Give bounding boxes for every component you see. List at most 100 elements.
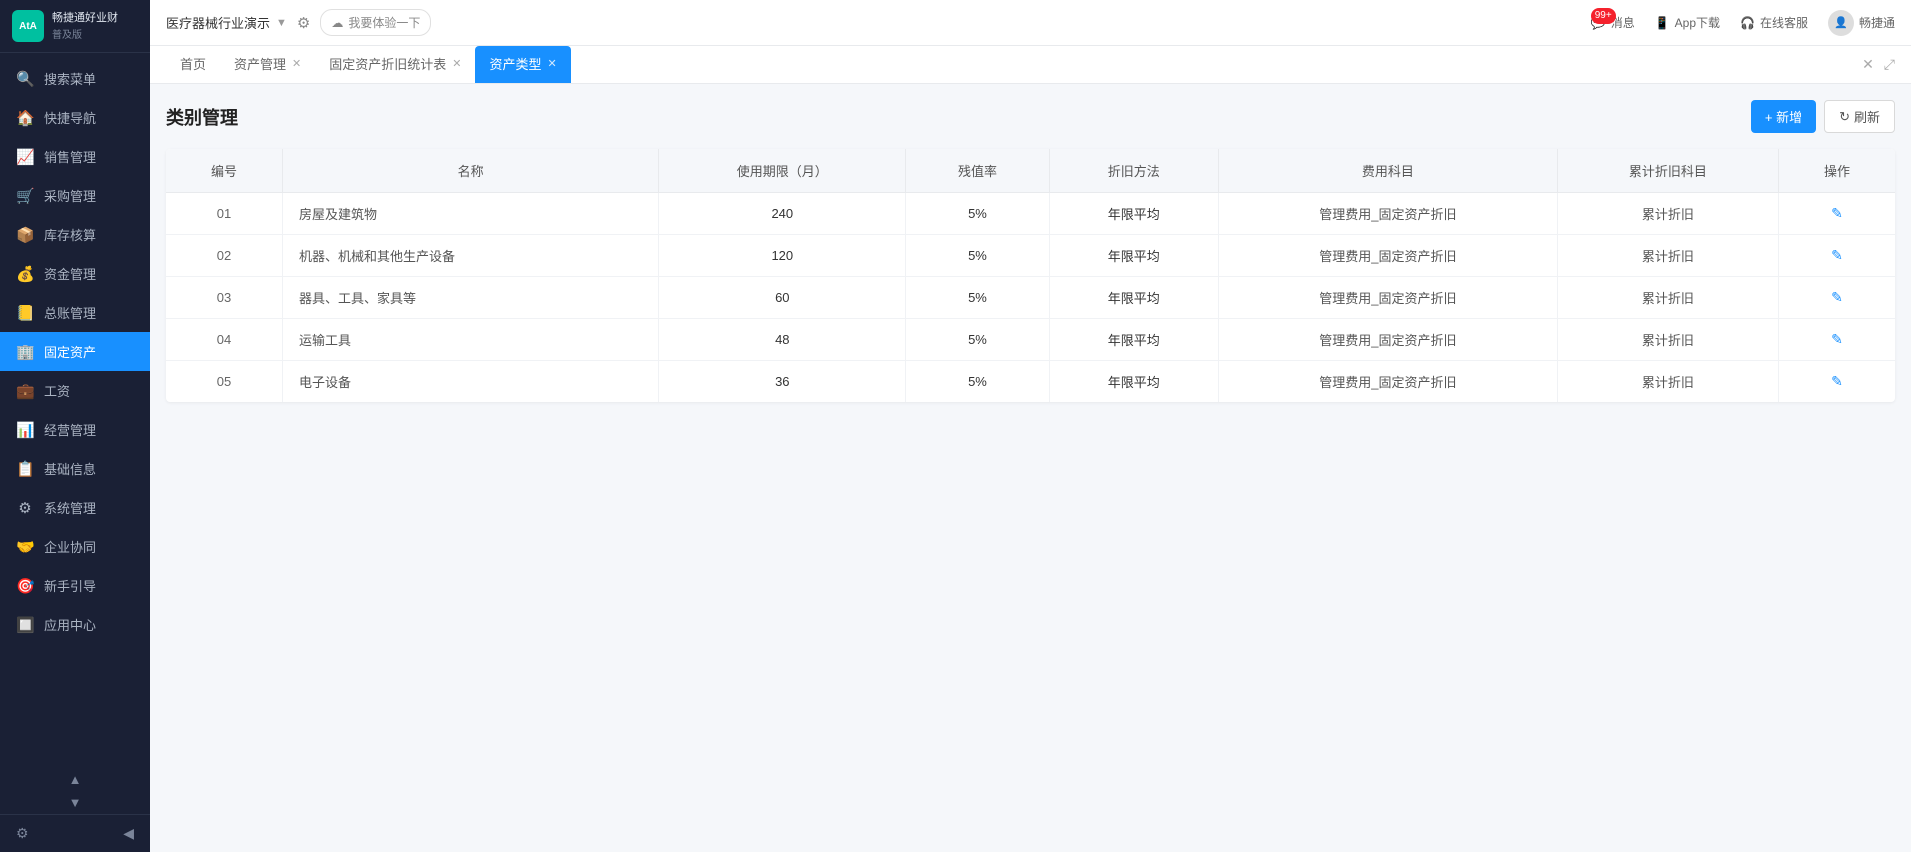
- topbar-settings-icon[interactable]: ⚙: [297, 14, 310, 32]
- nav-icon: ⚙: [16, 499, 34, 517]
- phone-icon: 📱: [1655, 16, 1670, 30]
- tab-close-icon[interactable]: ✕: [292, 57, 301, 70]
- tabbar: 首页资产管理✕固定资产折旧统计表✕资产类型✕ ✕ ⤢: [150, 46, 1911, 84]
- table-row: 03 器具、工具、家具等 60 5% 年限平均 管理费用_固定资产折旧 累计折旧…: [166, 277, 1895, 319]
- tab-固定资产折旧统计表[interactable]: 固定资产折旧统计表 ✕: [315, 46, 475, 83]
- cell-name: 房屋及建筑物: [283, 193, 659, 235]
- col-header: 累计折旧科目: [1557, 149, 1778, 193]
- cell-period: 48: [659, 319, 906, 361]
- refresh-label: 刷新: [1854, 107, 1880, 126]
- logo-text: 畅捷通好业财: [52, 11, 118, 25]
- new-button[interactable]: + 新增: [1751, 100, 1816, 133]
- experience-button[interactable]: ☁ 我要体验一下: [320, 9, 431, 36]
- tab-close-icon[interactable]: ✕: [548, 57, 557, 70]
- refresh-button[interactable]: ↻ 刷新: [1824, 100, 1895, 133]
- cell-expense: 管理费用_固定资产折旧: [1218, 319, 1557, 361]
- logo-sub: 普及版: [52, 26, 118, 41]
- cell-method: 年限平均: [1049, 193, 1218, 235]
- cell-action: ✎: [1778, 361, 1895, 403]
- sidebar: AtA 畅捷通好业财 普及版 🔍搜索菜单🏠快捷导航📈销售管理🛒采购管理📦库存核算…: [0, 0, 150, 852]
- scroll-down[interactable]: ▼: [0, 791, 150, 814]
- nav-label: 经营管理: [44, 420, 96, 439]
- sidebar-item-搜索菜单[interactable]: 🔍搜索菜单: [0, 59, 150, 98]
- page-header: 类别管理 + 新增 ↻ 刷新: [166, 100, 1895, 133]
- edit-icon[interactable]: ✎: [1831, 289, 1843, 305]
- company-selector[interactable]: 医疗器械行业演示 ▼: [166, 13, 287, 32]
- nav-icon: 💼: [16, 382, 34, 400]
- tab-close-icon[interactable]: ✕: [452, 57, 461, 70]
- col-header: 名称: [283, 149, 659, 193]
- table-body: 01 房屋及建筑物 240 5% 年限平均 管理费用_固定资产折旧 累计折旧 ✎…: [166, 193, 1895, 403]
- scroll-up[interactable]: ▲: [0, 768, 150, 791]
- sidebar-item-销售管理[interactable]: 📈销售管理: [0, 137, 150, 176]
- cell-period: 120: [659, 235, 906, 277]
- app-download-action[interactable]: 📱 App下载: [1655, 14, 1720, 31]
- sidebar-item-固定资产[interactable]: 🏢固定资产: [0, 332, 150, 371]
- cell-code: 02: [166, 235, 283, 277]
- col-header: 使用期限（月）: [659, 149, 906, 193]
- sidebar-item-系统管理[interactable]: ⚙ 系统管理: [0, 488, 150, 527]
- category-table: 编号名称使用期限（月）残值率折旧方法费用科目累计折旧科目操作 01 房屋及建筑物…: [166, 149, 1895, 402]
- expand-window-icon[interactable]: ⤢: [1884, 56, 1895, 73]
- edit-icon[interactable]: ✎: [1831, 205, 1843, 221]
- cell-method: 年限平均: [1049, 361, 1218, 403]
- cell-code: 05: [166, 361, 283, 403]
- cell-code: 04: [166, 319, 283, 361]
- edit-icon[interactable]: ✎: [1831, 247, 1843, 263]
- cell-expense: 管理费用_固定资产折旧: [1218, 235, 1557, 277]
- message-action[interactable]: 💬 99+ 消息: [1591, 14, 1635, 31]
- nav-label: 应用中心: [44, 615, 96, 634]
- content-area: 类别管理 + 新增 ↻ 刷新 编号名称使用期限（月）残值率折旧方法费用科目累计折…: [150, 84, 1911, 852]
- message-badge: 99+: [1591, 8, 1616, 24]
- logo-icon: AtA: [12, 10, 44, 42]
- tab-首页[interactable]: 首页: [166, 46, 220, 83]
- col-header: 编号: [166, 149, 283, 193]
- nav-label: 总账管理: [44, 303, 96, 322]
- window-controls: ✕ ⤢: [1862, 56, 1895, 73]
- sidebar-item-经营管理[interactable]: 📊经营管理: [0, 410, 150, 449]
- tab-label: 固定资产折旧统计表: [329, 54, 446, 73]
- table-row: 05 电子设备 36 5% 年限平均 管理费用_固定资产折旧 累计折旧 ✎: [166, 361, 1895, 403]
- sidebar-item-工资[interactable]: 💼工资: [0, 371, 150, 410]
- sidebar-item-总账管理[interactable]: 📒总账管理: [0, 293, 150, 332]
- refresh-icon: ↻: [1839, 109, 1850, 125]
- main-area: 医疗器械行业演示 ▼ ⚙ ☁ 我要体验一下 💬 99+ 消息 📱 App下载: [150, 0, 1911, 852]
- user-label: 畅捷通: [1859, 14, 1895, 31]
- cell-period: 240: [659, 193, 906, 235]
- close-window-icon[interactable]: ✕: [1862, 56, 1874, 73]
- sidebar-item-采购管理[interactable]: 🛒采购管理: [0, 176, 150, 215]
- tab-资产管理[interactable]: 资产管理✕: [220, 46, 315, 83]
- sidebar-item-快捷导航[interactable]: 🏠快捷导航: [0, 98, 150, 137]
- nav-icon: 🛒: [16, 187, 34, 205]
- user-action[interactable]: 👤 畅捷通: [1828, 10, 1895, 36]
- edit-icon[interactable]: ✎: [1831, 331, 1843, 347]
- sidebar-item-企业协同[interactable]: 🤝企业协同: [0, 527, 150, 566]
- experience-label: 我要体验一下: [348, 14, 420, 31]
- tab-资产类型[interactable]: 资产类型✕: [475, 46, 570, 83]
- cell-name: 电子设备: [283, 361, 659, 403]
- col-header: 残值率: [906, 149, 1049, 193]
- cell-residual: 5%: [906, 361, 1049, 403]
- cell-code: 01: [166, 193, 283, 235]
- sidebar-item-基础信息[interactable]: 📋基础信息: [0, 449, 150, 488]
- sidebar-item-应用中心[interactable]: 🔲应用中心: [0, 605, 150, 644]
- message-badge-wrap: 💬 99+: [1591, 16, 1606, 30]
- nav-label: 资金管理: [44, 264, 96, 283]
- edit-icon[interactable]: ✎: [1831, 373, 1843, 389]
- nav-icon: 📋: [16, 460, 34, 478]
- cell-accum: 累计折旧: [1557, 235, 1778, 277]
- sidebar-item-资金管理[interactable]: 💰资金管理: [0, 254, 150, 293]
- cell-name: 机器、机械和其他生产设备: [283, 235, 659, 277]
- table-row: 04 运输工具 48 5% 年限平均 管理费用_固定资产折旧 累计折旧 ✎: [166, 319, 1895, 361]
- online-service-action[interactable]: 🎧 在线客服: [1740, 14, 1808, 31]
- sidebar-item-新手引导[interactable]: 🎯新手引导: [0, 566, 150, 605]
- sidebar-settings-icon[interactable]: ⚙: [16, 825, 29, 842]
- cell-residual: 5%: [906, 277, 1049, 319]
- nav-label: 系统管理: [44, 498, 96, 517]
- table-row: 01 房屋及建筑物 240 5% 年限平均 管理费用_固定资产折旧 累计折旧 ✎: [166, 193, 1895, 235]
- sidebar-collapse-icon[interactable]: ◀: [123, 825, 134, 842]
- nav-icon: 🎯: [16, 577, 34, 595]
- nav-icon: 📈: [16, 148, 34, 166]
- sidebar-item-库存核算[interactable]: 📦库存核算: [0, 215, 150, 254]
- cell-expense: 管理费用_固定资产折旧: [1218, 193, 1557, 235]
